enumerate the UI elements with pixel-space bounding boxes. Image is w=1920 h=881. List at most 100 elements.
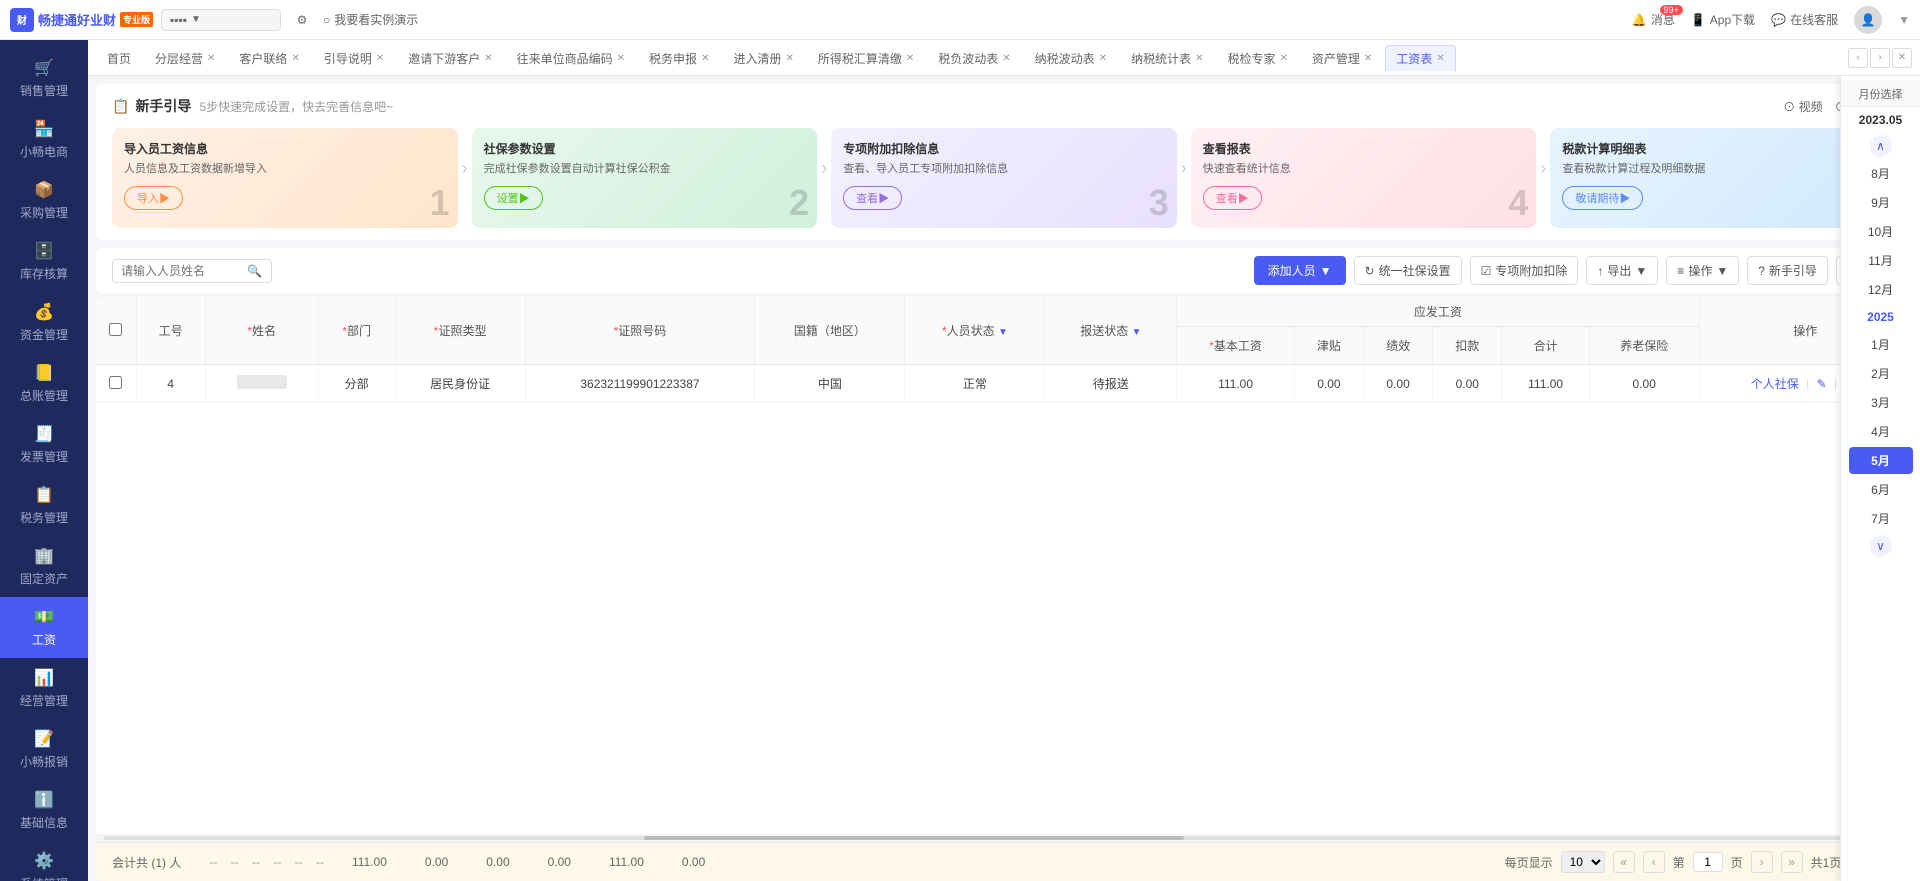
sidebar-item-basic[interactable]: ℹ️ 基础信息 — [0, 780, 88, 841]
tab-close-taxexpert[interactable]: ✕ — [1280, 53, 1288, 64]
user-menu-icon[interactable]: ▼ — [1898, 13, 1910, 27]
step-3-btn[interactable]: 查看▶ — [843, 186, 902, 210]
app-download-button[interactable]: 📱 App下载 — [1691, 11, 1755, 28]
month-prev-btn[interactable]: ∧ — [1870, 135, 1892, 157]
tab-taxstat[interactable]: 纳税波动表 ✕ — [1024, 45, 1118, 71]
last-page-btn[interactable]: » — [1781, 851, 1803, 873]
tab-close-guide[interactable]: ✕ — [376, 53, 384, 64]
tab-close-taxstat[interactable]: ✕ — [1099, 53, 1107, 64]
month-item-12[interactable]: 12月 — [1849, 276, 1913, 303]
tab-close-taxcount[interactable]: ✕ — [1195, 53, 1203, 64]
sidebar-item-marketing[interactable]: 📝 小畅报销 — [0, 719, 88, 780]
month-item-8[interactable]: 8月 — [1849, 160, 1913, 187]
tab-invite[interactable]: 邀请下游客户 ✕ — [397, 45, 503, 71]
demo-link[interactable]: ○ 我要看实例演示 — [323, 11, 418, 28]
next-page-btn[interactable]: › — [1751, 851, 1773, 873]
tab-close-taxwave[interactable]: ✕ — [1002, 53, 1010, 64]
prev-page-btn[interactable]: ‹ — [1643, 851, 1665, 873]
month-item-4[interactable]: 4月 — [1849, 418, 1913, 445]
month-item-7[interactable]: 7月 — [1849, 505, 1913, 532]
tab-close-taxcalc[interactable]: ✕ — [906, 53, 914, 64]
first-page-btn[interactable]: « — [1613, 851, 1635, 873]
sidebar-item-purchase[interactable]: 📦 采购管理 — [0, 170, 88, 231]
sidebar-item-inventory[interactable]: 🗄️ 库存核算 — [0, 231, 88, 292]
export-button[interactable]: ↑ 导出 ▼ — [1586, 256, 1658, 285]
search-input[interactable] — [121, 264, 241, 278]
sidebar-item-finance[interactable]: 💰 资金管理 — [0, 292, 88, 353]
tab-taxcalc[interactable]: 所得税汇算清缴 ✕ — [807, 45, 925, 71]
notice-button[interactable]: 🔔 消息 99+ — [1632, 11, 1675, 28]
tab-close-all-btn[interactable]: ✕ — [1892, 48, 1912, 68]
tab-close-invite[interactable]: ✕ — [484, 53, 492, 64]
social-settings-button[interactable]: ↻ 统一社保设置 — [1354, 256, 1462, 285]
sidebar-item-assets[interactable]: 🏢 固定资产 — [0, 536, 88, 597]
sidebar-item-tax[interactable]: 📋 税务管理 — [0, 475, 88, 536]
month-item-11[interactable]: 11月 — [1849, 247, 1913, 274]
action-social-insurance[interactable]: 个人社保 — [1751, 377, 1799, 391]
step-1-btn[interactable]: 导入▶ — [124, 186, 183, 210]
step-4-btn[interactable]: 查看▶ — [1203, 186, 1262, 210]
tab-taxwave[interactable]: 税负波动表 ✕ — [927, 45, 1021, 71]
tab-close-salary[interactable]: ✕ — [1436, 53, 1444, 64]
report-filter-icon[interactable]: ▼ — [1132, 327, 1142, 338]
tab-close-assets[interactable]: ✕ — [1364, 53, 1372, 64]
tab-label-taxcount: 纳税统计表 — [1131, 50, 1191, 67]
special-deduction-button[interactable]: ☑ 专项附加扣除 — [1470, 256, 1579, 285]
sidebar-item-salary[interactable]: 💵 工资 — [0, 597, 88, 658]
horizontal-scrollbar[interactable] — [96, 834, 1912, 842]
sidebar-item-ecommerce[interactable]: 🏪 小畅电商 — [0, 109, 88, 170]
page-size-select[interactable]: 10 20 50 — [1561, 851, 1605, 873]
tab-salary[interactable]: 工资表 ✕ — [1385, 45, 1455, 71]
step-5-btn[interactable]: 敬请期待▶ — [1562, 186, 1643, 210]
tab-next-btn[interactable]: › — [1870, 48, 1890, 68]
guide-video-link[interactable]: ⊙ 视频 — [1783, 98, 1822, 115]
select-all-checkbox[interactable] — [109, 323, 122, 336]
step-2-btn[interactable]: 设置▶ — [484, 186, 543, 210]
tab-taxcount[interactable]: 纳税统计表 ✕ — [1120, 45, 1214, 71]
month-next-btn[interactable]: ∨ — [1870, 535, 1892, 557]
tab-customer[interactable]: 客户联络 ✕ — [228, 45, 310, 71]
sidebar-item-ledger[interactable]: 📒 总账管理 — [0, 353, 88, 414]
th-deduction: 扣款 — [1433, 327, 1502, 365]
tab-products[interactable]: 往来单位商品编码 ✕ — [506, 45, 636, 71]
month-item-2[interactable]: 2月 — [1849, 360, 1913, 387]
tab-prev-btn[interactable]: ‹ — [1848, 48, 1868, 68]
tab-home[interactable]: 首页 — [96, 45, 142, 71]
sidebar-item-system[interactable]: ⚙️ 系统管理 — [0, 841, 88, 881]
tab-tier[interactable]: 分层经营 ✕ — [144, 45, 226, 71]
month-item-10[interactable]: 10月 — [1849, 218, 1913, 245]
status-filter-icon[interactable]: ▼ — [998, 327, 1008, 338]
tab-assets[interactable]: 资产管理 ✕ — [1301, 45, 1383, 71]
operate-button[interactable]: ≡ 操作 ▼ — [1666, 256, 1739, 285]
sidebar-item-invoice[interactable]: 🧾 发票管理 — [0, 414, 88, 475]
tab-close-tier[interactable]: ✕ — [207, 53, 215, 64]
cell-report-status: 待报送 — [1045, 365, 1177, 403]
tab-clearbook[interactable]: 进入清册 ✕ — [722, 45, 804, 71]
tab-close-customer[interactable]: ✕ — [291, 53, 299, 64]
tab-close-tax-report[interactable]: ✕ — [701, 53, 709, 64]
action-edit-icon[interactable]: ✎ — [1817, 377, 1827, 391]
online-service-button[interactable]: 💬 在线客服 — [1771, 11, 1838, 28]
add-person-button[interactable]: 添加人员 ▼ — [1254, 256, 1346, 285]
settings-icon[interactable]: ⚙ — [289, 7, 315, 33]
page-input[interactable] — [1693, 852, 1723, 872]
month-item-5[interactable]: 5月 — [1849, 447, 1913, 474]
tab-taxexpert[interactable]: 税检专家 ✕ — [1216, 45, 1298, 71]
user-avatar[interactable]: 👤 — [1854, 6, 1882, 34]
tab-close-clearbook[interactable]: ✕ — [785, 53, 793, 64]
company-selector[interactable]: ▪▪▪▪ ▼ — [161, 9, 281, 31]
row-checkbox[interactable] — [109, 376, 122, 389]
month-item-3[interactable]: 3月 — [1849, 389, 1913, 416]
tab-guide[interactable]: 引导说明 ✕ — [313, 45, 395, 71]
tab-tax-report[interactable]: 税务申报 ✕ — [638, 45, 720, 71]
month-item-9[interactable]: 9月 — [1849, 189, 1913, 216]
sidebar-item-sales[interactable]: 🛒 销售管理 — [0, 48, 88, 109]
assets-icon: 🏢 — [34, 546, 54, 566]
tab-label-taxstat: 纳税波动表 — [1035, 50, 1095, 67]
newguide-button[interactable]: ? 新手引导 — [1747, 256, 1828, 285]
month-item-6[interactable]: 6月 — [1849, 476, 1913, 503]
month-item-1[interactable]: 1月 — [1849, 331, 1913, 358]
sidebar-item-operations[interactable]: 📊 经营管理 — [0, 658, 88, 719]
tab-close-products[interactable]: ✕ — [617, 53, 625, 64]
search-icon[interactable]: 🔍 — [247, 264, 262, 278]
